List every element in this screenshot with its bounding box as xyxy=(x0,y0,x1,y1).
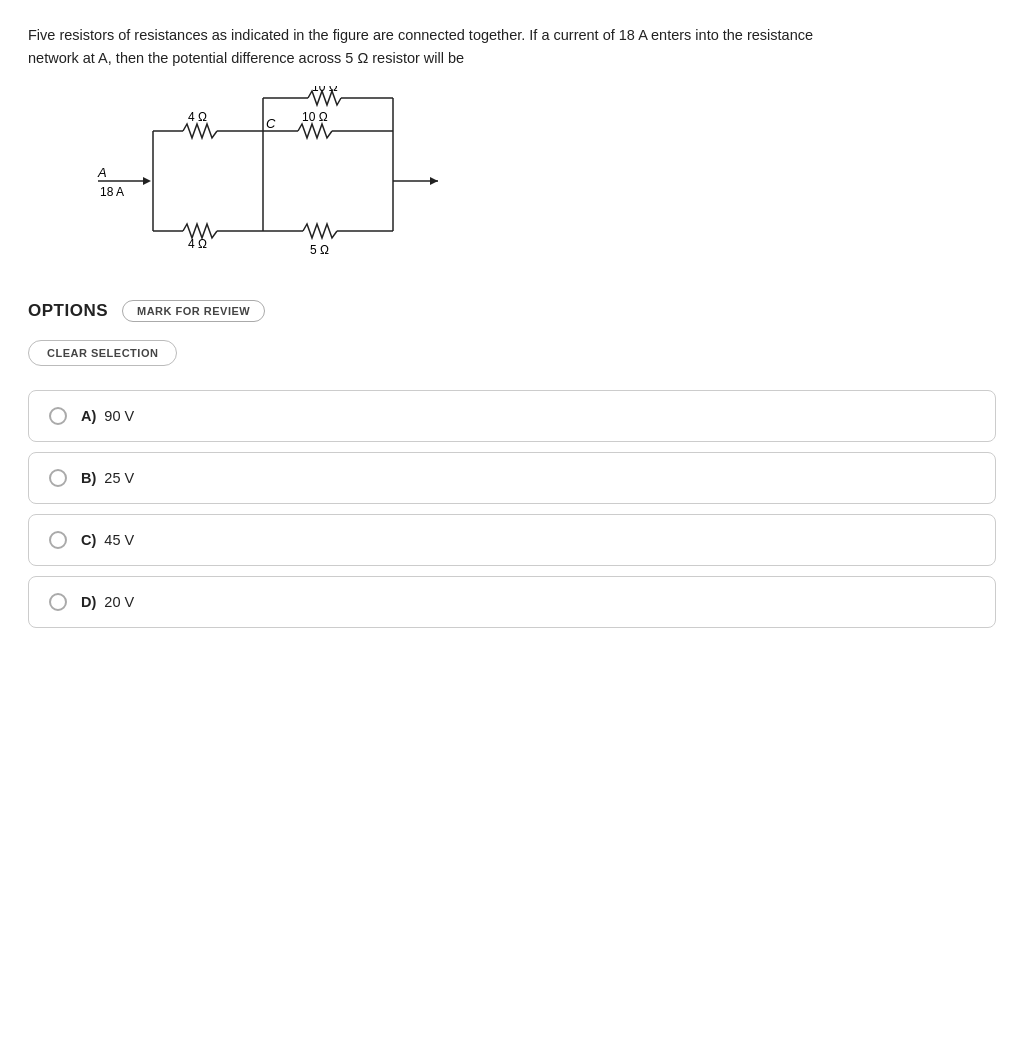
option-B-text: B) 25 V xyxy=(81,470,134,486)
option-B[interactable]: B) 25 V xyxy=(28,452,996,504)
circuit-diagram: A 18 A 4 Ω 4 Ω xyxy=(88,86,448,276)
question-line2: network at A, then the potential differe… xyxy=(28,50,464,66)
question-text: Five resistors of resistances as indicat… xyxy=(28,24,996,70)
label-A: A xyxy=(97,165,107,180)
label-r5: 5 Ω xyxy=(310,243,329,257)
option-A-text: A) 90 V xyxy=(81,408,134,424)
option-A[interactable]: A) 90 V xyxy=(28,390,996,442)
clear-selection-button[interactable]: CLEAR SELECTION xyxy=(28,340,177,366)
label-r2: 4 Ω xyxy=(188,237,207,251)
circuit-svg: A 18 A 4 Ω 4 Ω xyxy=(88,86,448,276)
options-list: A) 90 V B) 25 V C) 45 V D) 20 V xyxy=(28,390,996,628)
options-label: OPTIONS xyxy=(28,301,108,321)
radio-D[interactable] xyxy=(49,593,67,611)
radio-A[interactable] xyxy=(49,407,67,425)
svg-marker-1 xyxy=(143,177,151,185)
option-D[interactable]: D) 20 V xyxy=(28,576,996,628)
label-r1: 4 Ω xyxy=(188,110,207,124)
mark-for-review-button[interactable]: MARK FOR REVIEW xyxy=(122,300,265,322)
label-current: 18 A xyxy=(100,185,124,199)
svg-marker-19 xyxy=(430,177,438,185)
radio-B[interactable] xyxy=(49,469,67,487)
option-C[interactable]: C) 45 V xyxy=(28,514,996,566)
question-line1: Five resistors of resistances as indicat… xyxy=(28,27,813,43)
radio-C[interactable] xyxy=(49,531,67,549)
page-container: Five resistors of resistances as indicat… xyxy=(0,0,1024,678)
options-header: OPTIONS MARK FOR REVIEW xyxy=(28,300,996,322)
option-D-text: D) 20 V xyxy=(81,594,134,610)
label-r4: 10 Ω xyxy=(302,110,328,124)
option-C-text: C) 45 V xyxy=(81,532,134,548)
label-C: C xyxy=(266,116,276,131)
label-r3-top: 10 Ω xyxy=(312,86,338,94)
